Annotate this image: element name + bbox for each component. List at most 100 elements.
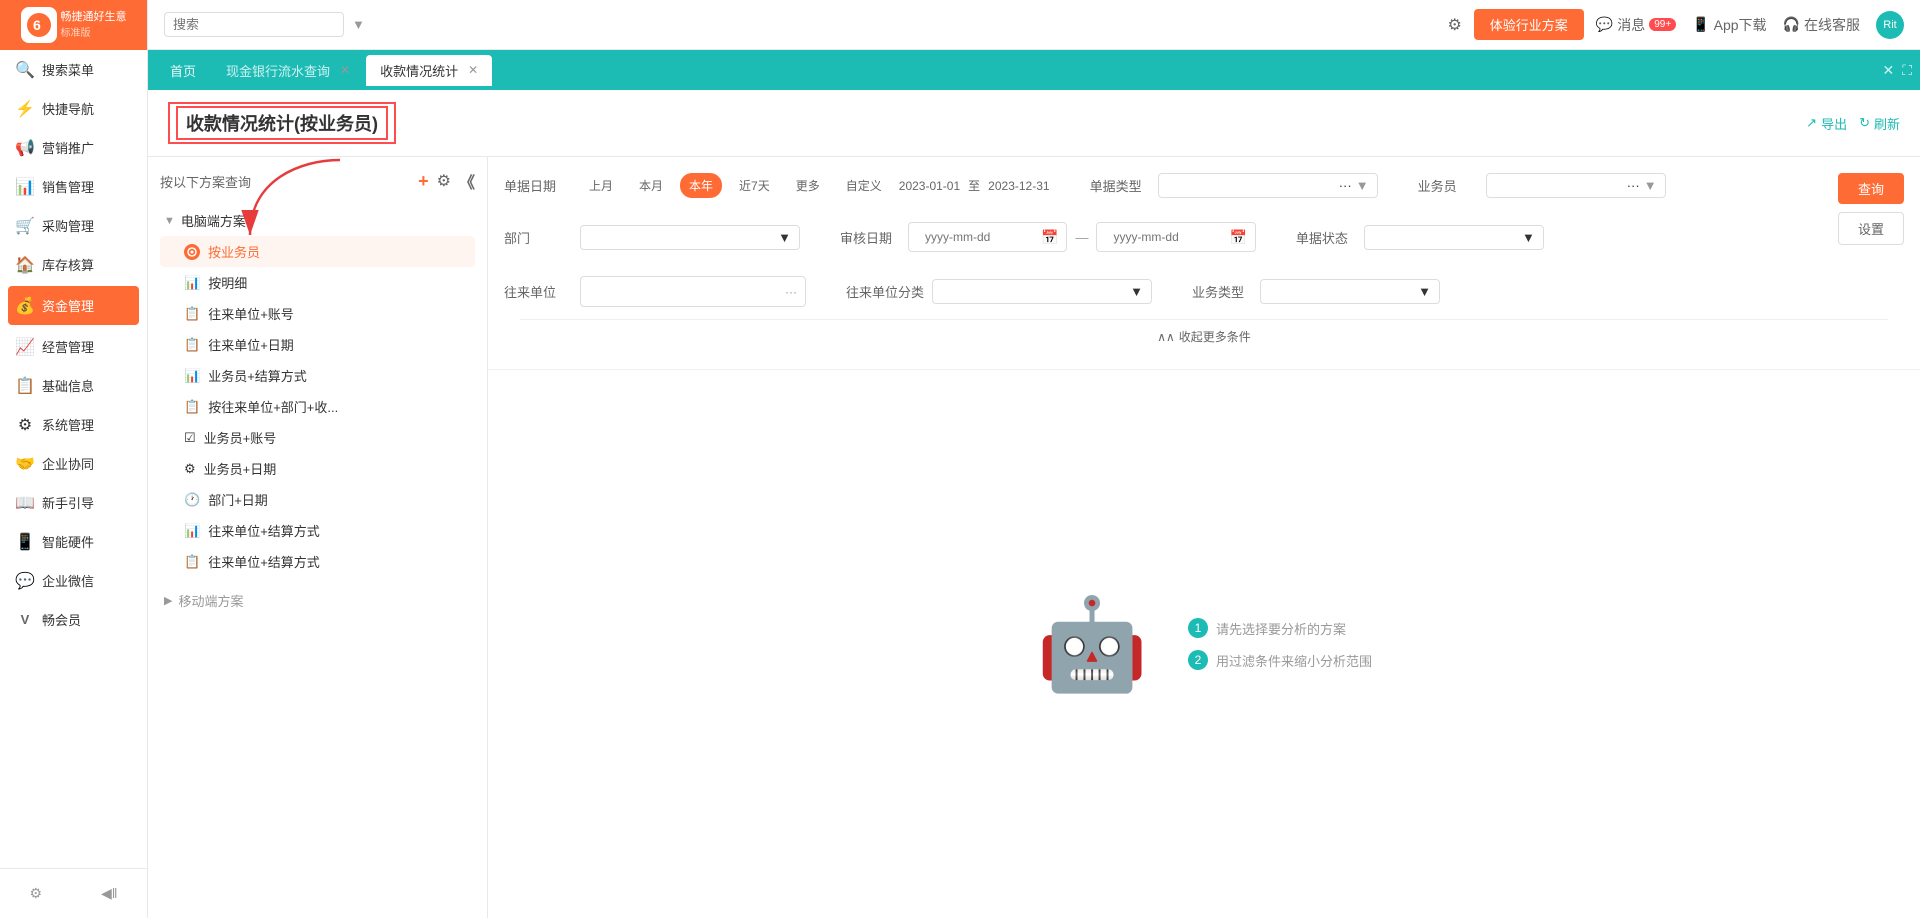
date-btn-custom[interactable]: 自定义 (837, 173, 891, 198)
group-label: 电脑端方案 (181, 211, 246, 230)
trial-industry-button[interactable]: 体验行业方案 (1474, 9, 1584, 40)
tab-home[interactable]: 首页 (156, 55, 210, 86)
logo: 6 畅捷通好生意 标准版 (0, 0, 147, 50)
sidebar-item-label: 新手引导 (42, 493, 94, 512)
clock-icon: 🕐 (184, 492, 200, 508)
review-date-start-input-wrap: 📅 (908, 222, 1067, 252)
sidebar-item-inventory[interactable]: 🏠 库存核算 (0, 245, 147, 284)
bill-type-select[interactable]: ··· ▼ (1158, 173, 1378, 198)
settings-gear-icon[interactable]: ⚙ (1447, 15, 1461, 35)
scheme-settings-icon[interactable]: ⚙ (437, 171, 451, 191)
scheme-item-dept-date[interactable]: 🕐 部门+日期 (160, 484, 475, 515)
tab-close-bank-flow[interactable]: ✕ (340, 63, 350, 77)
sidebar-settings-icon[interactable]: ⚙ (29, 885, 42, 902)
query-button[interactable]: 查询 (1838, 173, 1904, 204)
scheme-item-partner-date[interactable]: 📋 往来单位+日期 (160, 329, 475, 360)
sidebar-item-quick-nav[interactable]: ⚡ 快捷导航 (0, 89, 147, 128)
scheme-item-salesperson-date[interactable]: ⚙ 业务员+日期 (160, 453, 475, 484)
purchase-icon: 🛒 (16, 217, 34, 235)
date-filter-row: 单据日期 上月 本月 本年 近7天 更多 自定义 2023-01-01 至 (504, 173, 1822, 198)
date-btn-last-7[interactable]: 近7天 (730, 173, 779, 198)
partner-category-select[interactable]: ▼ (932, 279, 1152, 304)
settings-button[interactable]: 设置 (1838, 212, 1904, 245)
sidebar-item-sales[interactable]: 📊 销售管理 (0, 167, 147, 206)
date-btn-last-month[interactable]: 上月 (580, 173, 622, 198)
scheme-item-salesperson-payment[interactable]: 📊 业务员+结算方式 (160, 360, 475, 391)
salesperson-more-icon[interactable]: ··· (1627, 178, 1640, 193)
scheme-item-partner-dept[interactable]: 📋 按往来单位+部门+收... (160, 391, 475, 422)
scheme-item-by-detail[interactable]: 📊 按明细 (160, 267, 475, 298)
sidebar-item-label: 搜索菜单 (42, 60, 94, 79)
scheme-item-label: 业务员+账号 (204, 428, 277, 447)
tab-close-collection-stats[interactable]: ✕ (468, 63, 478, 77)
partner-input[interactable] (589, 280, 781, 303)
tab-collection-stats[interactable]: 收款情况统计 ✕ (366, 55, 492, 86)
basics-icon: 📋 (16, 377, 34, 395)
header-search-input[interactable] (164, 12, 344, 37)
empty-step-2: 2 用过滤条件来缩小分析范围 (1188, 650, 1372, 670)
scheme-collapse-icon[interactable]: 《 (459, 169, 475, 193)
sidebar-item-operations[interactable]: 📈 经营管理 (0, 327, 147, 366)
scheme-item-partner-account[interactable]: 📋 往来单位+账号 (160, 298, 475, 329)
dept-review-row: 部门 ▼ 审核日期 📅 (504, 222, 1822, 252)
sidebar-item-hardware[interactable]: 📱 智能硬件 (0, 522, 147, 561)
messages-button[interactable]: 💬 消息 99+ (1596, 15, 1676, 35)
sidebar-collapse-icon[interactable]: ◀‖ (101, 885, 118, 902)
user-avatar[interactable]: Rit (1876, 11, 1904, 39)
page-title: 收款情况统计(按业务员) (176, 106, 388, 140)
online-service-button[interactable]: 🎧 在线客服 (1783, 15, 1860, 35)
sidebar-item-collab[interactable]: 🤝 企业协同 (0, 444, 147, 483)
content-area: 按以下方案查询 + ⚙ 《 (148, 157, 1920, 918)
refresh-button[interactable]: ↻ 刷新 (1859, 114, 1900, 133)
date-range-start: 2023-01-01 (899, 179, 960, 193)
dropdown-arrow-icon[interactable]: ▼ (352, 17, 365, 32)
sidebar-item-label: 畅会员 (42, 610, 81, 629)
date-btn-this-month[interactable]: 本月 (630, 173, 672, 198)
add-scheme-button[interactable]: + (418, 171, 429, 192)
sidebar-item-finance[interactable]: 💰 资金管理 (8, 286, 139, 325)
review-date-end-input[interactable] (1105, 226, 1225, 248)
scheme-group-mobile-header[interactable]: ▶ 移动端方案 (160, 585, 475, 616)
sidebar-item-member[interactable]: V 畅会员 (0, 600, 147, 639)
partner-category-group: 往来单位分类 ▼ (846, 279, 1152, 304)
review-date-start-input[interactable] (917, 226, 1037, 248)
partner-label: 往来单位 (504, 282, 564, 301)
tab-bar: 首页 现金银行流水查询 ✕ 收款情况统计 ✕ ✕ ⛶ (148, 50, 1920, 90)
left-panel-header: 按以下方案查询 + ⚙ 《 (160, 169, 475, 193)
sidebar-item-purchase[interactable]: 🛒 采购管理 (0, 206, 147, 245)
business-type-select[interactable]: ▼ (1260, 279, 1440, 304)
partner-more-icon[interactable]: ··· (785, 285, 797, 299)
dept-select[interactable]: ▼ (580, 225, 800, 250)
sidebar-item-guide[interactable]: 📖 新手引导 (0, 483, 147, 522)
collapse-more-conditions-button[interactable]: ∧∧ 收起更多条件 (520, 319, 1888, 353)
filter-fields: 单据日期 上月 本月 本年 近7天 更多 自定义 2023-01-01 至 (504, 173, 1822, 319)
sidebar-item-basics[interactable]: 📋 基础信息 (0, 366, 147, 405)
salesperson-arrow-icon: ▼ (1644, 178, 1657, 193)
date-btn-more[interactable]: 更多 (787, 173, 829, 198)
app-download-button[interactable]: 📱 App下载 (1692, 15, 1766, 35)
salesperson-select[interactable]: ··· ▼ (1486, 173, 1666, 198)
scheme-item-partner-payment2[interactable]: 📋 往来单位+结算方式 (160, 546, 475, 577)
tab-close-all-icon[interactable]: ✕ (1882, 62, 1894, 79)
scheme-item-partner-payment1[interactable]: 📊 往来单位+结算方式 (160, 515, 475, 546)
tab-expand-icon[interactable]: ⛶ (1902, 62, 1912, 79)
scheme-item-salesperson-account[interactable]: ☑ 业务员+账号 (160, 422, 475, 453)
export-button[interactable]: ↗ 导出 (1806, 114, 1847, 133)
left-scheme-panel: 按以下方案查询 + ⚙ 《 (148, 157, 488, 918)
review-date-end-calendar-icon[interactable]: 📅 (1229, 229, 1246, 246)
scheme-item-by-salesperson[interactable]: 按业务员 (160, 236, 475, 267)
bill-status-select[interactable]: ▼ (1364, 225, 1544, 250)
tab-bank-flow[interactable]: 现金银行流水查询 ✕ (212, 55, 364, 86)
sidebar-item-marketing[interactable]: 📢 营销推广 (0, 128, 147, 167)
date-btn-this-year[interactable]: 本年 (680, 173, 722, 198)
bill-type-more-icon[interactable]: ··· (1339, 178, 1352, 193)
scheme-group-pc-header[interactable]: ▼ 电脑端方案 (160, 205, 475, 236)
date-range-separator: 至 (968, 177, 980, 194)
partner-category-label: 往来单位分类 (846, 282, 924, 301)
sidebar-item-label: 库存核算 (42, 255, 94, 274)
hardware-icon: 📱 (16, 533, 34, 551)
sidebar-item-system[interactable]: ⚙ 系统管理 (0, 405, 147, 444)
sidebar-item-search[interactable]: 🔍 搜索菜单 (0, 50, 147, 89)
review-date-start-calendar-icon[interactable]: 📅 (1041, 229, 1058, 246)
sidebar-item-wechat[interactable]: 💬 企业微信 (0, 561, 147, 600)
